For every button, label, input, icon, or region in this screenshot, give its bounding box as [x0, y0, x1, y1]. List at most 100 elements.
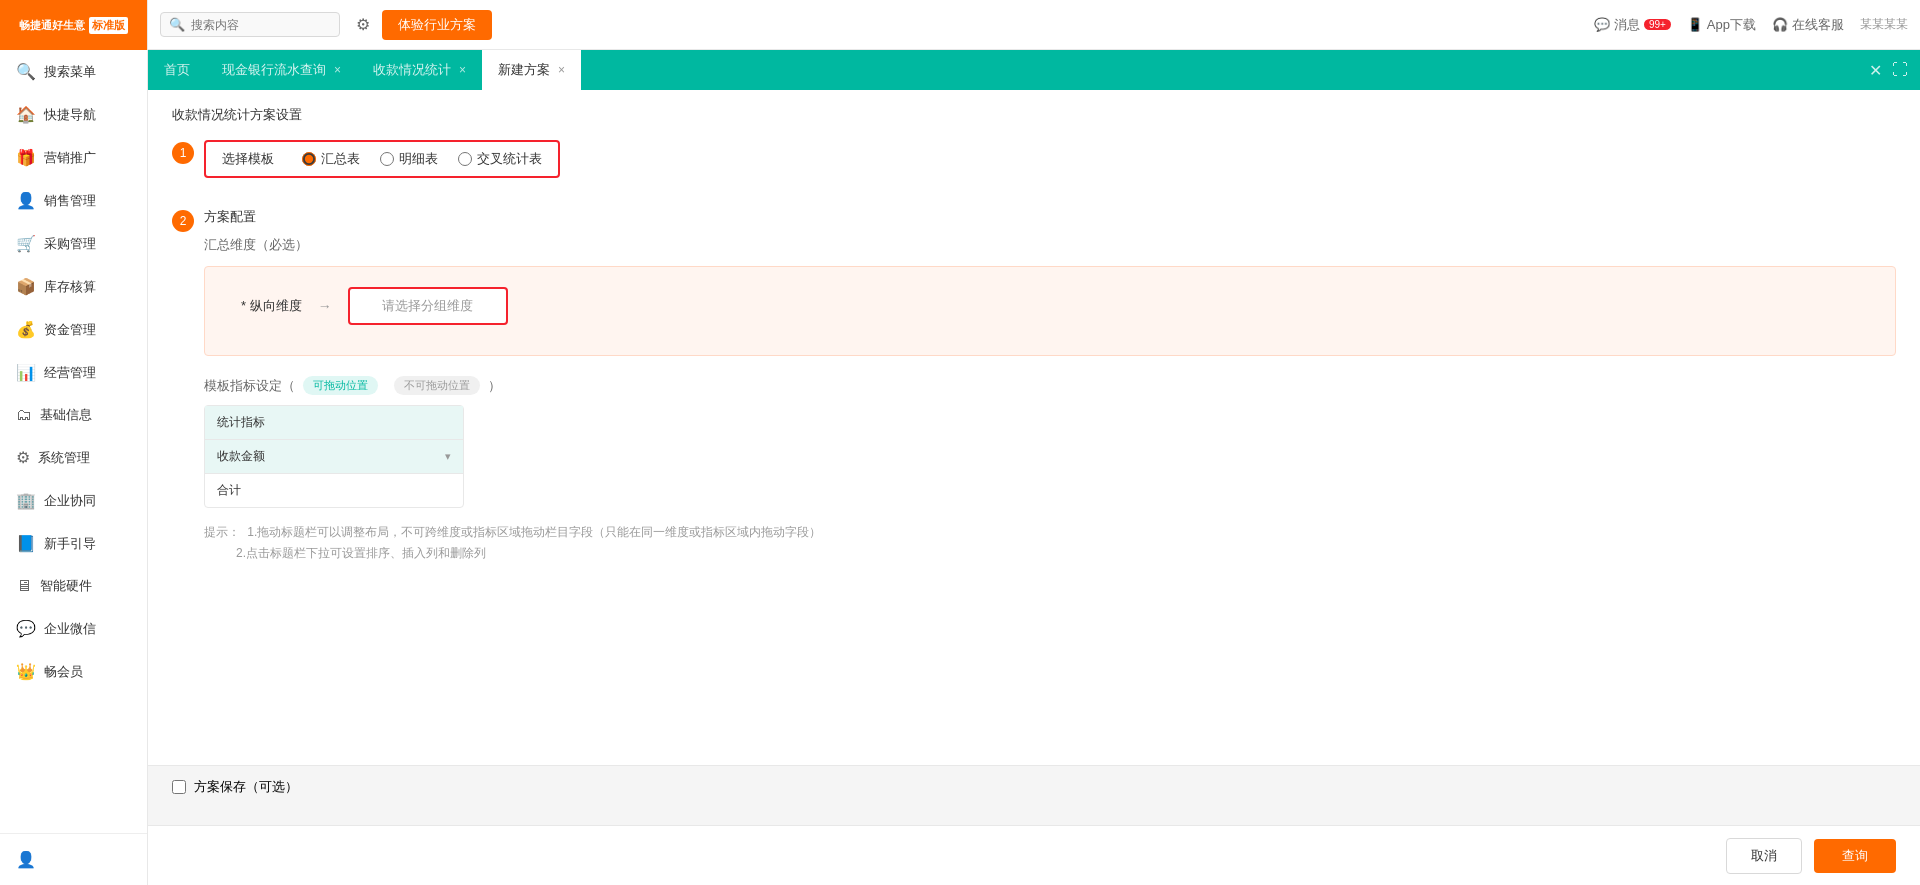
tab-collection-stat[interactable]: 收款情况统计 × — [357, 50, 482, 90]
step2-content: 方案配置 汇总维度（必选） * 纵向维度 → 请选择分组维度 — [204, 208, 1896, 566]
tab-close-collection-stat[interactable]: × — [459, 63, 466, 77]
stats-row-label: 合计 — [217, 483, 241, 497]
sidebar-item-basic-info[interactable]: 🗂 基础信息 — [0, 394, 147, 436]
basic-info-label: 基础信息 — [40, 406, 92, 424]
sidebar-bottom-item1[interactable]: 👤 — [0, 842, 147, 877]
sidebar-item-marketing[interactable]: 🎁 营销推广 — [0, 136, 147, 179]
message-badge: 99+ — [1644, 19, 1671, 30]
message-label: 消息 — [1614, 16, 1640, 34]
sidebar-item-quick-nav[interactable]: 🏠快捷导航 — [0, 93, 147, 136]
tip2-content: 2.点击标题栏下拉可设置排序、插入列和删除列 — [236, 546, 486, 560]
dimension-subtitle: 汇总维度（必选） — [204, 236, 1896, 254]
message-button[interactable]: 💬 消息 99+ — [1594, 16, 1671, 34]
radio-detail-label: 明细表 — [399, 150, 438, 168]
search-input[interactable] — [191, 18, 321, 32]
smart-hw-icon: 🖥 — [16, 577, 32, 595]
tabbar: 首页现金银行流水查询×收款情况统计×新建方案× ✕ ⛶ — [148, 50, 1920, 90]
topbar-search-box[interactable]: 🔍 — [160, 12, 340, 37]
service-icon: 🎧 — [1772, 17, 1788, 32]
radio-summary[interactable]: 汇总表 — [302, 150, 360, 168]
indicator-title: 模板指标设定（ 可拖动位置 不可拖动位置 ） — [204, 376, 1896, 395]
column-dropdown-icon[interactable]: ▾ — [445, 450, 451, 463]
radio-cross[interactable]: 交叉统计表 — [458, 150, 542, 168]
page-container: 收款情况统计方案设置 1 选择模板 汇总表 — [148, 90, 1920, 765]
marketing-icon: 🎁 — [16, 148, 36, 167]
online-service-button[interactable]: 🎧 在线客服 — [1772, 16, 1844, 34]
logo-badge: 标准版 — [89, 17, 128, 34]
radio-detail-input[interactable] — [380, 152, 394, 166]
wechat-icon: 💬 — [16, 619, 36, 638]
content-area: 收款情况统计方案设置 1 选择模板 汇总表 — [148, 90, 1920, 825]
sidebar-item-wechat[interactable]: 💬企业微信 — [0, 607, 147, 650]
radio-summary-input[interactable] — [302, 152, 316, 166]
tab-bank-flow[interactable]: 现金银行流水查询× — [206, 50, 357, 90]
save-plan-checkbox[interactable] — [172, 780, 186, 794]
step1-number: 1 — [180, 146, 187, 160]
dimension-row: * 纵向维度 → 请选择分组维度 — [225, 287, 1875, 325]
finance-icon: 💰 — [16, 320, 36, 339]
sidebar-item-sales[interactable]: 👤销售管理 — [0, 179, 147, 222]
industry-button[interactable]: 体验行业方案 — [382, 10, 492, 40]
topbar: 🔍 ⚙ 体验行业方案 💬 消息 99+ 📱 App下载 🎧 在线客服 某某某某 — [148, 0, 1920, 50]
sidebar-logo: 畅捷通好生意 标准版 — [0, 0, 147, 50]
sidebar-item-purchase[interactable]: 🛒采购管理 — [0, 222, 147, 265]
sidebar-item-newbie[interactable]: 📘新手引导 — [0, 522, 147, 565]
sidebar-item-smart-hw[interactable]: 🖥 智能硬件 — [0, 565, 147, 607]
message-icon: 💬 — [1594, 17, 1610, 32]
member-icon: 👑 — [16, 662, 36, 681]
tab-home[interactable]: 首页 — [148, 50, 206, 90]
tip-prefix1: 提示： — [204, 525, 240, 539]
draggable-badge: 可拖动位置 — [303, 376, 378, 395]
sidebar-item-finance[interactable]: 💰资金管理 — [0, 308, 147, 351]
system-label: 系统管理 — [38, 449, 90, 467]
app-download-button[interactable]: 📱 App下载 — [1687, 16, 1756, 34]
member-label: 畅会员 — [44, 663, 83, 681]
inventory-label: 库存核算 — [44, 278, 96, 296]
sidebar-item-inventory[interactable]: 📦 库存核算 — [0, 265, 147, 308]
gear-icon[interactable]: ⚙ — [356, 15, 370, 34]
bottom-bar: 取消 查询 — [148, 825, 1920, 885]
tip1-content: 1.拖动标题栏可以调整布局，不可跨维度或指标区域拖动栏目字段（只能在同一维度或指… — [247, 525, 821, 539]
purchase-icon: 🛒 — [16, 234, 36, 253]
search-menu-icon: 🔍 — [16, 62, 36, 81]
enterprise-label: 企业协同 — [44, 492, 96, 510]
column-header-text: 收款金额 — [217, 448, 265, 465]
marketing-label: 营销推广 — [44, 149, 96, 167]
tab-close-new-plan[interactable]: × — [558, 63, 565, 77]
maximize-icon[interactable]: ⛶ — [1892, 61, 1908, 79]
dimension-row-label: * 纵向维度 — [241, 297, 302, 315]
tab-label-home: 首页 — [164, 61, 190, 79]
page-footer: 方案保存（可选） — [148, 765, 1920, 808]
system-icon: ⚙ — [16, 448, 30, 467]
tab-close-bank-flow[interactable]: × — [334, 63, 341, 77]
dimension-selector[interactable]: 请选择分组维度 — [348, 287, 508, 325]
stats-table-header: 统计指标 — [205, 406, 463, 440]
radio-detail[interactable]: 明细表 — [380, 150, 438, 168]
indicator-title-suffix: ） — [488, 377, 501, 395]
select-template-label: 选择模板 — [222, 150, 274, 168]
sidebar-item-enterprise[interactable]: 🏢 企业协同 — [0, 479, 147, 522]
save-plan-label: 方案保存（可选） — [194, 778, 298, 796]
tab-new-plan[interactable]: 新建方案× — [482, 50, 581, 90]
close-window-icon[interactable]: ✕ — [1869, 61, 1882, 80]
inventory-icon: 📦 — [16, 277, 36, 296]
step1-section: 1 选择模板 汇总表 明细表 — [172, 140, 1896, 188]
tab-label-collection-stat: 收款情况统计 — [373, 61, 451, 79]
smart-hw-label: 智能硬件 — [40, 577, 92, 595]
step1-label: 选择模板 汇总表 明细表 交叉统计表 — [204, 140, 1896, 178]
quick-nav-label: 快捷导航 — [44, 106, 96, 124]
radio-summary-label: 汇总表 — [321, 150, 360, 168]
radio-cross-input[interactable] — [458, 152, 472, 166]
cancel-button[interactable]: 取消 — [1726, 838, 1802, 874]
enterprise-icon: 🏢 — [16, 491, 36, 510]
basic-info-icon: 🗂 — [16, 406, 32, 424]
sidebar-item-member[interactable]: 👑 畅会员 — [0, 650, 147, 693]
indicator-title-text: 模板指标设定（ — [204, 377, 295, 395]
radio-cross-label: 交叉统计表 — [477, 150, 542, 168]
sidebar-item-search-menu[interactable]: 🔍搜索菜单 — [0, 50, 147, 93]
topbar-right: 💬 消息 99+ 📱 App下载 🎧 在线客服 某某某某 — [1594, 16, 1908, 34]
tip2-text: 2.点击标题栏下拉可设置排序、插入列和删除列 — [236, 545, 1896, 562]
query-button[interactable]: 查询 — [1814, 839, 1896, 873]
sidebar-item-system[interactable]: ⚙ 系统管理 — [0, 436, 147, 479]
sidebar-item-operation[interactable]: 📊经营管理 — [0, 351, 147, 394]
